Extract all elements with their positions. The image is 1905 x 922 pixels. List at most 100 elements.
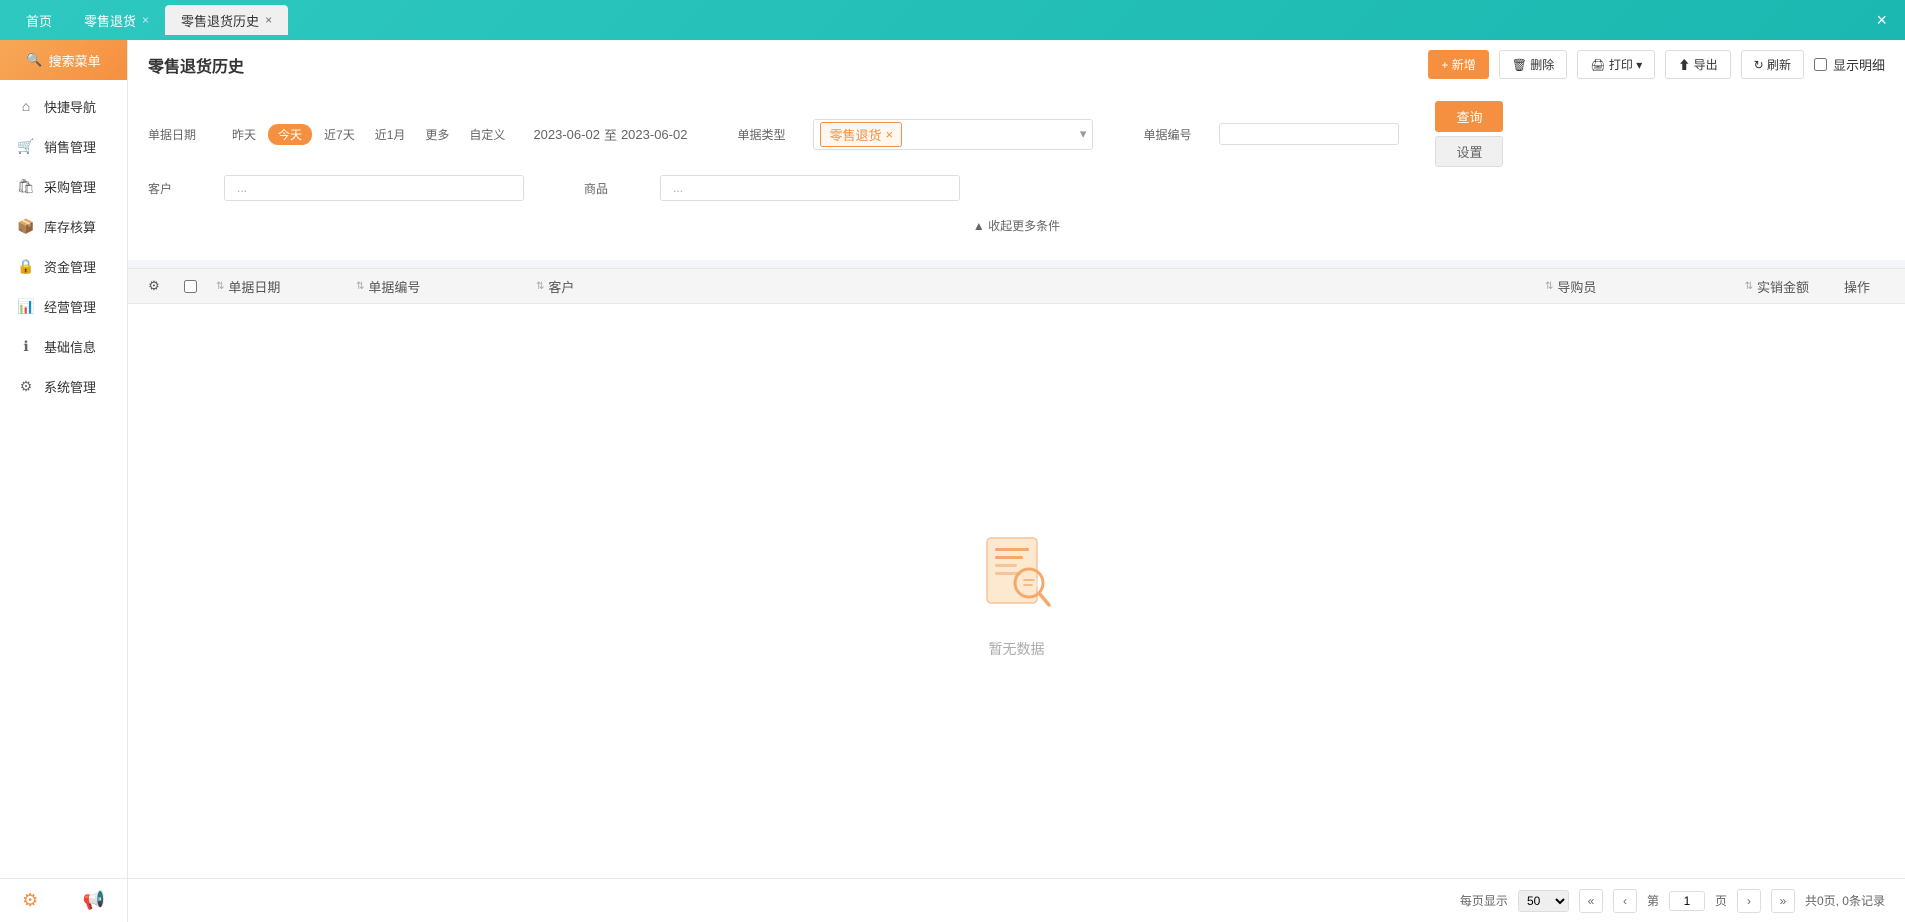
box-icon: 📦 <box>16 216 36 236</box>
col-date-label: 单据日期 <box>228 277 280 296</box>
sidebar-speaker-button[interactable]: 📢 <box>82 890 104 911</box>
filter-section: 零售退货历史 + 新增 🗑 删除 🖨 打印 ▾ ⬆ 导出 ↻ 刷新 显示明细 <box>128 40 1905 260</box>
bill-type-label: 单据类型 <box>737 126 793 143</box>
date-btn-more[interactable]: 更多 <box>417 124 457 145</box>
col-action: 操作 <box>1817 277 1897 296</box>
sidebar-bottom: ⚙ 📢 <box>0 878 127 922</box>
page-title: 零售退货历史 <box>148 53 244 77</box>
col-customer-label: 客户 <box>548 277 574 296</box>
empty-text: 暂无数据 <box>989 639 1045 659</box>
tab-retail-return[interactable]: 零售退货 × <box>68 5 165 35</box>
sidebar-gear-button[interactable]: ⚙ <box>22 890 38 911</box>
col-checkbox[interactable] <box>172 280 208 293</box>
col-guide-label: 导购员 <box>1557 277 1596 296</box>
first-page-button[interactable]: « <box>1579 889 1603 913</box>
home-icon: ⌂ <box>16 96 36 116</box>
per-page-select[interactable]: 50 20 100 <box>1518 890 1569 912</box>
per-page-label: 每页显示 <box>1460 892 1508 909</box>
date-btn-yesterday[interactable]: 昨天 <box>224 124 264 145</box>
tab-home[interactable]: 首页 <box>10 5 68 35</box>
sidebar-item-sales[interactable]: 🛒 销售管理 <box>0 126 127 166</box>
tab-bar: 首页 零售退货 × 零售退货历史 × <box>10 5 1868 35</box>
date-label: 单据日期 <box>148 126 204 143</box>
sort-icon-guide: ⇅ <box>1545 281 1553 292</box>
tab-retail-return-history[interactable]: 零售退货历史 × <box>165 5 288 35</box>
sidebar-search-label: 搜索菜单 <box>49 51 101 70</box>
tab-retail-return-history-close[interactable]: × <box>265 13 272 27</box>
lock-icon: 🔒 <box>16 256 36 276</box>
table-area: ⚙ ⇅ 单据日期 ⇅ 单据编号 ⇅ 客户 ⇅ 导购员 <box>128 268 1905 878</box>
sort-icon-customer: ⇅ <box>536 281 544 292</box>
search-icon: 🔍 <box>26 52 42 68</box>
select-all-checkbox[interactable] <box>184 280 197 293</box>
col-amount[interactable]: ⇅ 实销金额 <box>1697 277 1817 296</box>
customer-label: 客户 <box>148 180 204 197</box>
filter-area: 单据日期 昨天 今天 近7天 近1月 更多 自定义 2023-06-02 至 2… <box>148 89 1885 250</box>
sidebar-item-finance-label: 资金管理 <box>44 257 96 276</box>
sidebar-item-quick-nav[interactable]: ⌂ 快捷导航 <box>0 86 127 126</box>
query-button[interactable]: 查询 <box>1435 101 1503 132</box>
sidebar: 🔍 搜索菜单 ⌂ 快捷导航 🛒 销售管理 🛍 采购管理 📦 库存核算 🔒 <box>0 40 128 922</box>
export-button[interactable]: ⬆ 导出 <box>1665 50 1730 79</box>
last-page-button[interactable]: » <box>1771 889 1795 913</box>
delete-button[interactable]: 🗑 删除 <box>1499 50 1568 79</box>
page-header-top: 零售退货历史 + 新增 🗑 删除 🖨 打印 ▾ ⬆ 导出 ↻ 刷新 显示明细 <box>148 50 1885 79</box>
col-customer[interactable]: ⇅ 客户 <box>528 277 1537 296</box>
page-number-input[interactable] <box>1669 891 1705 911</box>
sidebar-item-management[interactable]: 📊 经营管理 <box>0 286 127 326</box>
bill-type-tag: 零售退货 × <box>820 122 902 147</box>
sort-icon-amount: ⇅ <box>1745 281 1753 292</box>
customer-dropdown[interactable]: ... <box>224 175 524 201</box>
sidebar-item-quick-nav-label: 快捷导航 <box>44 97 96 116</box>
cart-icon: 🛒 <box>16 136 36 156</box>
bill-type-dropdown[interactable]: 零售退货 × ▾ <box>813 119 1093 150</box>
empty-illustration <box>967 523 1067 623</box>
sidebar-item-base-info[interactable]: ℹ 基础信息 <box>0 326 127 366</box>
sort-icon-number: ⇅ <box>356 281 364 292</box>
col-date[interactable]: ⇅ 单据日期 <box>208 277 348 296</box>
page-suffix: 页 <box>1715 892 1727 909</box>
col-number[interactable]: ⇅ 单据编号 <box>348 277 528 296</box>
date-range-to: 2023-06-02 <box>621 127 688 142</box>
window-close-button[interactable]: × <box>1868 10 1895 31</box>
tab-retail-return-close[interactable]: × <box>142 13 149 27</box>
sidebar-item-management-label: 经营管理 <box>44 297 96 316</box>
display-detail-label: 显示明细 <box>1833 55 1885 74</box>
display-detail-toggle: 显示明细 <box>1814 55 1885 74</box>
setting-button[interactable]: 设置 <box>1435 136 1503 167</box>
refresh-button[interactable]: ↻ 刷新 <box>1741 50 1804 79</box>
col-settings[interactable]: ⚙ <box>136 278 172 294</box>
collapse-button[interactable]: ▲ 收起更多条件 <box>965 213 1068 238</box>
sidebar-item-purchase[interactable]: 🛍 采购管理 <box>0 166 127 206</box>
page-label: 第 <box>1647 892 1659 909</box>
date-btn-custom[interactable]: 自定义 <box>461 124 513 145</box>
display-detail-checkbox[interactable] <box>1814 58 1827 71</box>
table-header: ⚙ ⇅ 单据日期 ⇅ 单据编号 ⇅ 客户 ⇅ 导购员 <box>128 268 1905 304</box>
date-btn-7days[interactable]: 近7天 <box>316 124 363 145</box>
sidebar-item-base-info-label: 基础信息 <box>44 337 96 356</box>
col-amount-label: 实销金额 <box>1757 277 1809 296</box>
filter-row-2: 客户 ... 商品 ... <box>148 171 1885 205</box>
print-button[interactable]: 🖨 打印 ▾ <box>1577 50 1655 79</box>
sidebar-item-inventory-label: 库存核算 <box>44 217 96 236</box>
sidebar-item-system[interactable]: ⚙ 系统管理 <box>0 366 127 406</box>
date-range-from: 2023-06-02 <box>533 127 600 142</box>
tab-home-label: 首页 <box>26 11 52 30</box>
bill-type-clear[interactable]: × <box>885 127 893 142</box>
sidebar-item-finance[interactable]: 🔒 资金管理 <box>0 246 127 286</box>
prev-page-button[interactable]: ‹ <box>1613 889 1637 913</box>
sidebar-nav: ⌂ 快捷导航 🛒 销售管理 🛍 采购管理 📦 库存核算 🔒 资金管理 📊 <box>0 80 127 878</box>
next-page-button[interactable]: › <box>1737 889 1761 913</box>
chart-icon: 📊 <box>16 296 36 316</box>
sidebar-search[interactable]: 🔍 搜索菜单 <box>0 40 127 80</box>
bill-number-input[interactable] <box>1219 123 1399 145</box>
date-btn-today[interactable]: 今天 <box>268 124 312 145</box>
col-guide[interactable]: ⇅ 导购员 <box>1537 277 1697 296</box>
tab-retail-return-history-label: 零售退货历史 <box>181 11 259 30</box>
goods-dropdown[interactable]: ... <box>660 175 960 201</box>
date-btn-1month[interactable]: 近1月 <box>367 124 414 145</box>
toolbar-buttons: + 新增 🗑 删除 🖨 打印 ▾ ⬆ 导出 ↻ 刷新 显示明细 <box>1428 50 1885 79</box>
sidebar-item-inventory[interactable]: 📦 库存核算 <box>0 206 127 246</box>
top-bar: 首页 零售退货 × 零售退货历史 × × <box>0 0 1905 40</box>
new-button[interactable]: + 新增 <box>1428 50 1488 79</box>
